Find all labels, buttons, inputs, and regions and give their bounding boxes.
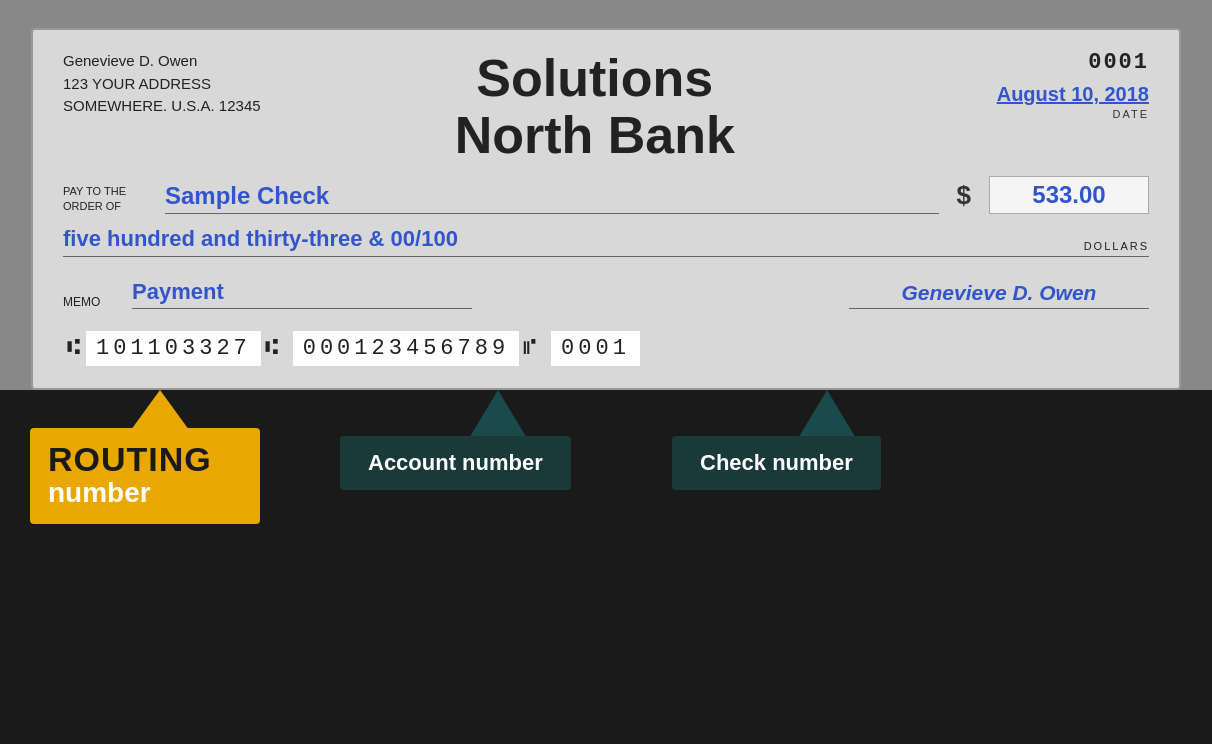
amount-box: 533.00	[989, 176, 1149, 214]
routing-badge-top: ROUTING	[48, 442, 242, 476]
check-date-label: DATE	[1112, 108, 1149, 120]
check-number-label-box: Check number	[672, 436, 881, 490]
memo-label: MEMO	[63, 295, 118, 309]
signature-value: Genevieve D. Owen	[902, 281, 1097, 304]
account-number-label-box: Account number	[340, 436, 571, 490]
dollar-sign: $	[957, 180, 971, 214]
check-top-right: 0001 August 10, 2018 DATE	[929, 50, 1149, 120]
check-date-area: August 10, 2018 DATE	[929, 83, 1149, 120]
written-amount: five hundred and thirty-three & 00/100	[63, 226, 458, 252]
micr-separator2: ⑈	[523, 336, 538, 361]
memo-value: Payment	[132, 279, 224, 304]
micr-account-number: 000123456789	[293, 331, 519, 366]
pay-name-line: Sample Check	[165, 182, 939, 214]
payee-value: Sample Check	[165, 182, 329, 209]
micr-start-symbol: ⑆	[67, 336, 82, 361]
check-address: Genevieve D. Owen 123 YOUR ADDRESS SOMEW…	[63, 50, 261, 118]
address-line2: SOMEWHERE. U.S.A. 12345	[63, 95, 261, 118]
signature-area: Genevieve D. Owen	[486, 281, 1149, 309]
routing-badge: ROUTING number	[30, 428, 260, 524]
check-date-value: August 10, 2018	[997, 83, 1149, 106]
check-pay-row: PAY TO THEORDER OF Sample Check $ 533.00	[63, 176, 1149, 214]
signature-line: Genevieve D. Owen	[849, 281, 1149, 309]
check: Genevieve D. Owen 123 YOUR ADDRESS SOMEW…	[31, 28, 1181, 390]
amount-value: 533.00	[1032, 181, 1105, 208]
micr-routing-number: 101103327	[86, 331, 261, 366]
check-written-row: five hundred and thirty-three & 00/100 D…	[63, 226, 1149, 257]
memo-line: Payment	[132, 279, 472, 309]
routing-badge-bottom: number	[48, 476, 242, 510]
check-micr-row: ⑆ 101103327 ⑆ 000123456789 ⑈ 0001	[63, 331, 1149, 366]
checknumber-arrow-icon	[797, 390, 857, 440]
address-name: Genevieve D. Owen	[63, 50, 261, 73]
address-line1: 123 YOUR ADDRESS	[63, 73, 261, 96]
check-memo-row: MEMO Payment Genevieve D. Owen	[63, 279, 1149, 309]
check-number-top: 0001	[929, 50, 1149, 75]
account-arrow-icon	[468, 390, 528, 440]
micr-check-number: 0001	[551, 331, 640, 366]
bottom-bar: ROUTING number Account number Check numb…	[0, 390, 1212, 744]
check-top-row: Genevieve D. Owen 123 YOUR ADDRESS SOMEW…	[63, 50, 1149, 164]
pay-label: PAY TO THEORDER OF	[63, 184, 153, 215]
check-number-label: Check number	[700, 450, 853, 475]
dollars-label: DOLLARS	[1084, 240, 1149, 252]
micr-separator1: ⑆	[265, 336, 280, 361]
account-number-label: Account number	[368, 450, 543, 475]
bank-name: Solutions North Bank	[281, 50, 909, 164]
